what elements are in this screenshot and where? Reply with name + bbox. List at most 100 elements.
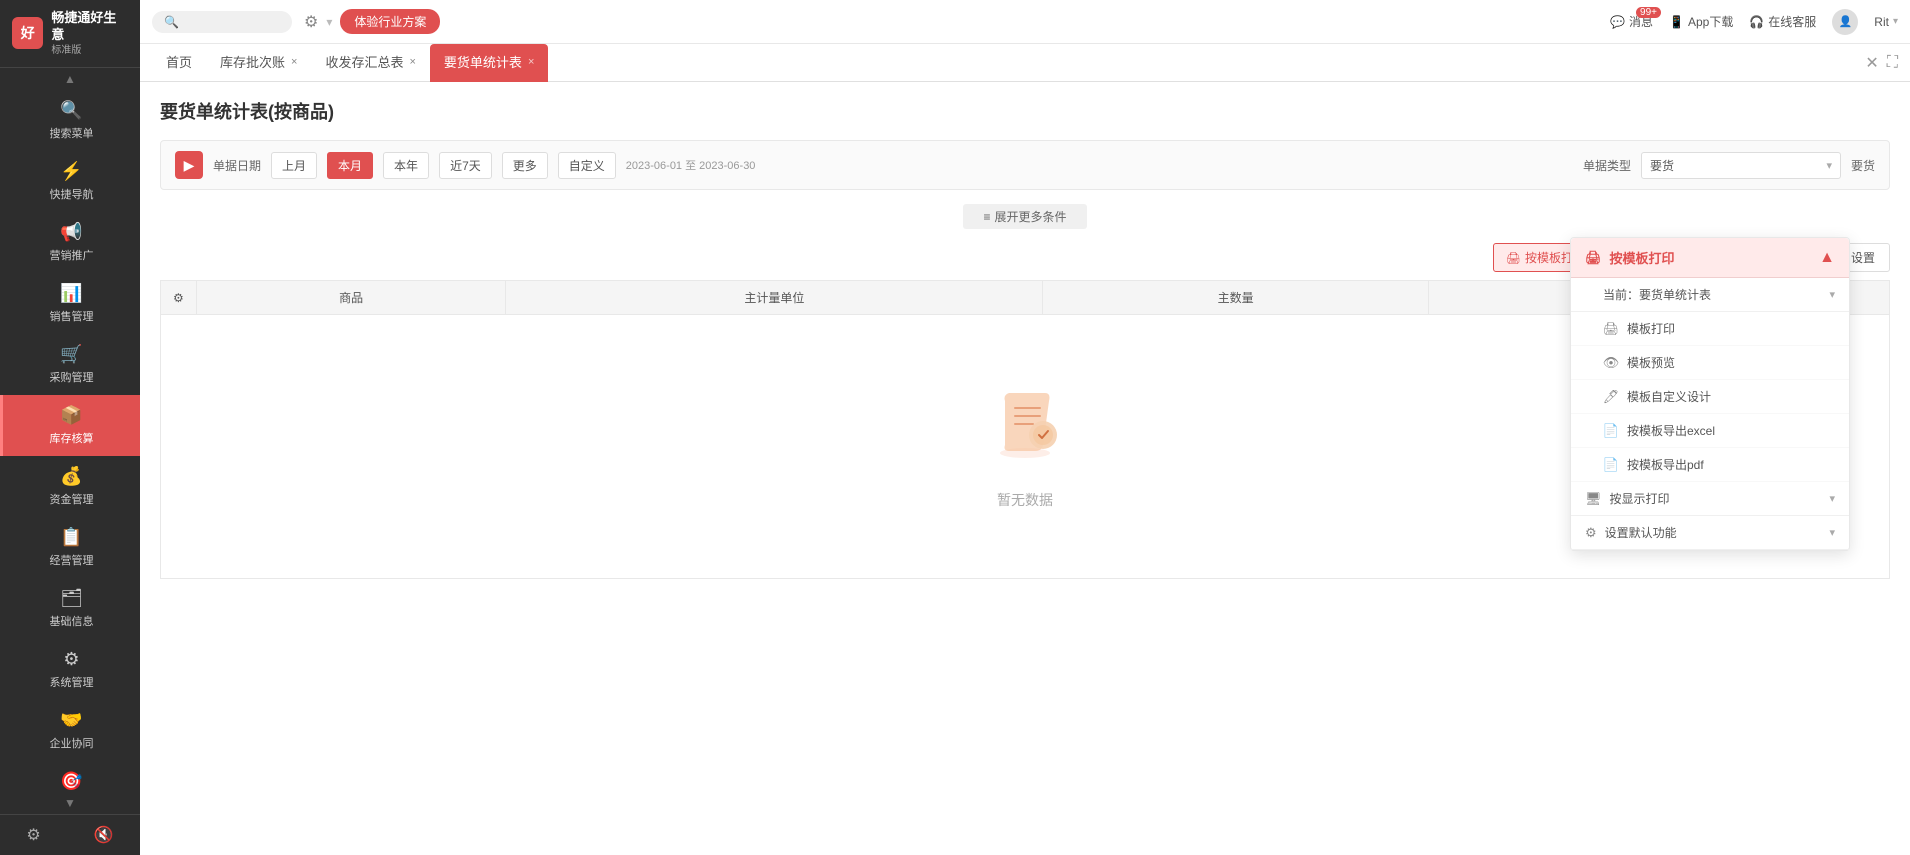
date-btn-current-month[interactable]: 本月 <box>327 152 373 179</box>
tab-collection[interactable]: 收发存汇总表 × <box>311 44 429 82</box>
default-func-label: 设置默认功能 <box>1605 524 1677 541</box>
sidebar-label-collab: 企业协同 <box>50 735 94 751</box>
sidebar-logo: 好 畅捷通好生意 标准版 <box>0 0 140 68</box>
sidebar-label-quicknav: 快捷导航 <box>50 186 94 202</box>
table-col-settings[interactable]: ⚙ <box>161 281 197 315</box>
dropdown-item-template-preview[interactable]: 👁 模板预览 <box>1571 346 1849 380</box>
empty-illustration <box>985 383 1065 478</box>
topbar-dropdown-icon[interactable]: ▾ <box>326 15 332 29</box>
tab-close-all-icon[interactable]: ✕ <box>1865 53 1878 73</box>
dropdown-print-icon: 🖨 <box>1585 250 1602 266</box>
dropdown-item-template-design[interactable]: 🖊 模板自定义设计 <box>1571 380 1849 414</box>
type-select[interactable]: 要货 ▾ <box>1641 152 1841 179</box>
topbar-settings-icon[interactable]: ⚙ <box>304 12 318 32</box>
dropdown-item-display-print[interactable]: 🖥 按显示打印 ▾ <box>1571 482 1849 516</box>
table-col-product: 商品 <box>196 281 506 315</box>
dropdown-current-arrow: ▾ <box>1829 288 1835 301</box>
tab-expand-icon[interactable]: ⛶ <box>1887 54 1898 72</box>
search-icon-top: 🔍 <box>164 15 179 29</box>
user-name[interactable]: Rit ▾ <box>1874 15 1898 29</box>
template-excel-label: 按模板导出excel <box>1627 422 1715 439</box>
logo-text: 畅捷通好生意 标准版 <box>51 10 128 57</box>
tab-order-stat[interactable]: 要货单统计表 × <box>430 44 548 82</box>
sidebar-item-collab[interactable]: 🤝 企业协同 <box>0 700 140 761</box>
dropdown-close-icon[interactable]: ▲ <box>1819 249 1835 267</box>
print-icon: 🖨 <box>1506 251 1521 265</box>
dropdown-current-item[interactable]: 当前：要货单统计表 ▾ <box>1571 278 1849 312</box>
tab-order-stat-label: 要货单统计表 <box>444 52 522 71</box>
template-design-label: 模板自定义设计 <box>1627 388 1711 405</box>
marketing-icon: 📢 <box>60 222 82 243</box>
edition-label: 标准版 <box>51 44 128 57</box>
filter-expand-button[interactable]: ▶ <box>175 151 203 179</box>
message-button[interactable]: 💬 消息 99+ <box>1610 13 1653 30</box>
collab-icon: 🤝 <box>60 710 82 731</box>
sidebar-item-guide[interactable]: 🎯 新手引导 <box>0 761 140 792</box>
promo-button[interactable]: 体验行业方案 <box>340 9 440 34</box>
dropdown-item-default-func[interactable]: ⚙ 设置默认功能 ▾ <box>1571 516 1849 550</box>
quicknav-icon: ⚡ <box>60 161 82 182</box>
sidebar-label-sales: 销售管理 <box>50 308 94 324</box>
type-select-arrow: ▾ <box>1826 159 1832 172</box>
tab-order-stat-close[interactable]: × <box>528 56 534 68</box>
sidebar-label-search: 搜索菜单 <box>50 125 94 141</box>
message-badge: 99+ <box>1636 7 1661 18</box>
date-range-text: 2023-06-01 至 2023-06-30 <box>626 157 756 173</box>
mute-bottom-icon[interactable]: 🔇 <box>94 825 114 845</box>
sidebar-item-search[interactable]: 🔍 搜索菜单 <box>0 90 140 151</box>
service-icon: 🎧 <box>1749 15 1764 29</box>
tab-home-label: 首页 <box>166 52 192 71</box>
tab-batch-close[interactable]: × <box>291 56 297 68</box>
template-pdf-label: 按模板导出pdf <box>1627 456 1704 473</box>
topbar: 🔍 ⚙ ▾ 体验行业方案 💬 消息 99+ 📱 App下载 🎧 在线客服 � <box>140 0 1910 44</box>
tab-batch[interactable]: 库存批次账 × <box>206 44 311 82</box>
finance-icon: 💰 <box>60 466 82 487</box>
template-excel-icon: 📄 <box>1603 423 1619 439</box>
tabs-bar: 首页 库存批次账 × 收发存汇总表 × 要货单统计表 × ✕ ⛶ <box>140 44 1910 82</box>
display-print-icon: 🖥 <box>1585 491 1602 507</box>
sidebar-bottom: ⚙ 🔇 <box>0 814 140 855</box>
sidebar-item-finance[interactable]: 💰 资金管理 <box>0 456 140 517</box>
template-preview-icon: 👁 <box>1603 355 1619 371</box>
sidebar-label-operation: 经营管理 <box>50 552 94 568</box>
sidebar-item-basic[interactable]: 🗂 基础信息 <box>0 578 140 639</box>
sidebar-item-inventory[interactable]: 📦 库存核算 <box>0 395 140 456</box>
service-label: 在线客服 <box>1768 13 1816 30</box>
display-print-label: 按显示打印 <box>1610 490 1670 507</box>
print-dropdown: 🖨 按模板打印 ▲ 当前：要货单统计表 ▾ 🖨 模板打印 👁 模板预览 🖊 模板… <box>1570 237 1850 551</box>
expand-conditions-button[interactable]: ≡ 展开更多条件 <box>963 204 1086 229</box>
sidebar-scroll-up[interactable]: ▲ <box>0 68 140 90</box>
tab-collection-close[interactable]: × <box>409 56 415 68</box>
sidebar-item-quicknav[interactable]: ⚡ 快捷导航 <box>0 151 140 212</box>
type-select-value: 要货 <box>1650 157 1674 174</box>
dropdown-item-template-excel[interactable]: 📄 按模板导出excel <box>1571 414 1849 448</box>
settings-bottom-icon[interactable]: ⚙ <box>26 825 40 845</box>
date-btn-7days[interactable]: 近7天 <box>439 152 492 179</box>
sidebar-label-system: 系统管理 <box>50 674 94 690</box>
sidebar-scroll-down[interactable]: ▼ <box>0 792 140 814</box>
sidebar-item-purchase[interactable]: 🛒 采购管理 <box>0 334 140 395</box>
tab-home[interactable]: 首页 <box>152 44 206 82</box>
table-col-quantity: 主数量 <box>1043 281 1428 315</box>
template-print-label: 模板打印 <box>1627 320 1675 337</box>
date-btn-year[interactable]: 本年 <box>383 152 429 179</box>
filter-row: ▶ 单据日期 上月 本月 本年 近7天 更多 自定义 2023-06-01 至 … <box>160 140 1890 190</box>
date-btn-last-month[interactable]: 上月 <box>271 152 317 179</box>
tab-collection-label: 收发存汇总表 <box>325 52 403 71</box>
sidebar-item-sales[interactable]: 📊 销售管理 <box>0 273 140 334</box>
user-avatar[interactable]: 👤 <box>1832 9 1858 35</box>
date-btn-more[interactable]: 更多 <box>502 152 548 179</box>
date-btn-custom[interactable]: 自定义 <box>558 152 616 179</box>
sidebar-item-marketing[interactable]: 📢 营销推广 <box>0 212 140 273</box>
sidebar-item-system[interactable]: ⚙ 系统管理 <box>0 639 140 700</box>
default-func-icon: ⚙ <box>1585 525 1597 541</box>
sidebar-nav: 🔍 搜索菜单 ⚡ 快捷导航 📢 营销推广 📊 销售管理 🛒 采购管理 📦 库存核… <box>0 90 140 792</box>
date-filter-label: 单据日期 <box>213 157 261 174</box>
sidebar-item-operation[interactable]: 📋 经营管理 <box>0 517 140 578</box>
online-service-button[interactable]: 🎧 在线客服 <box>1749 13 1816 30</box>
dropdown-item-template-pdf[interactable]: 📄 按模板导出pdf <box>1571 448 1849 482</box>
type-filter-label: 单据类型 <box>1583 157 1631 174</box>
dropdown-item-template-print[interactable]: 🖨 模板打印 <box>1571 312 1849 346</box>
app-download-button[interactable]: 📱 App下载 <box>1669 13 1733 30</box>
search-box[interactable]: 🔍 <box>152 11 292 33</box>
